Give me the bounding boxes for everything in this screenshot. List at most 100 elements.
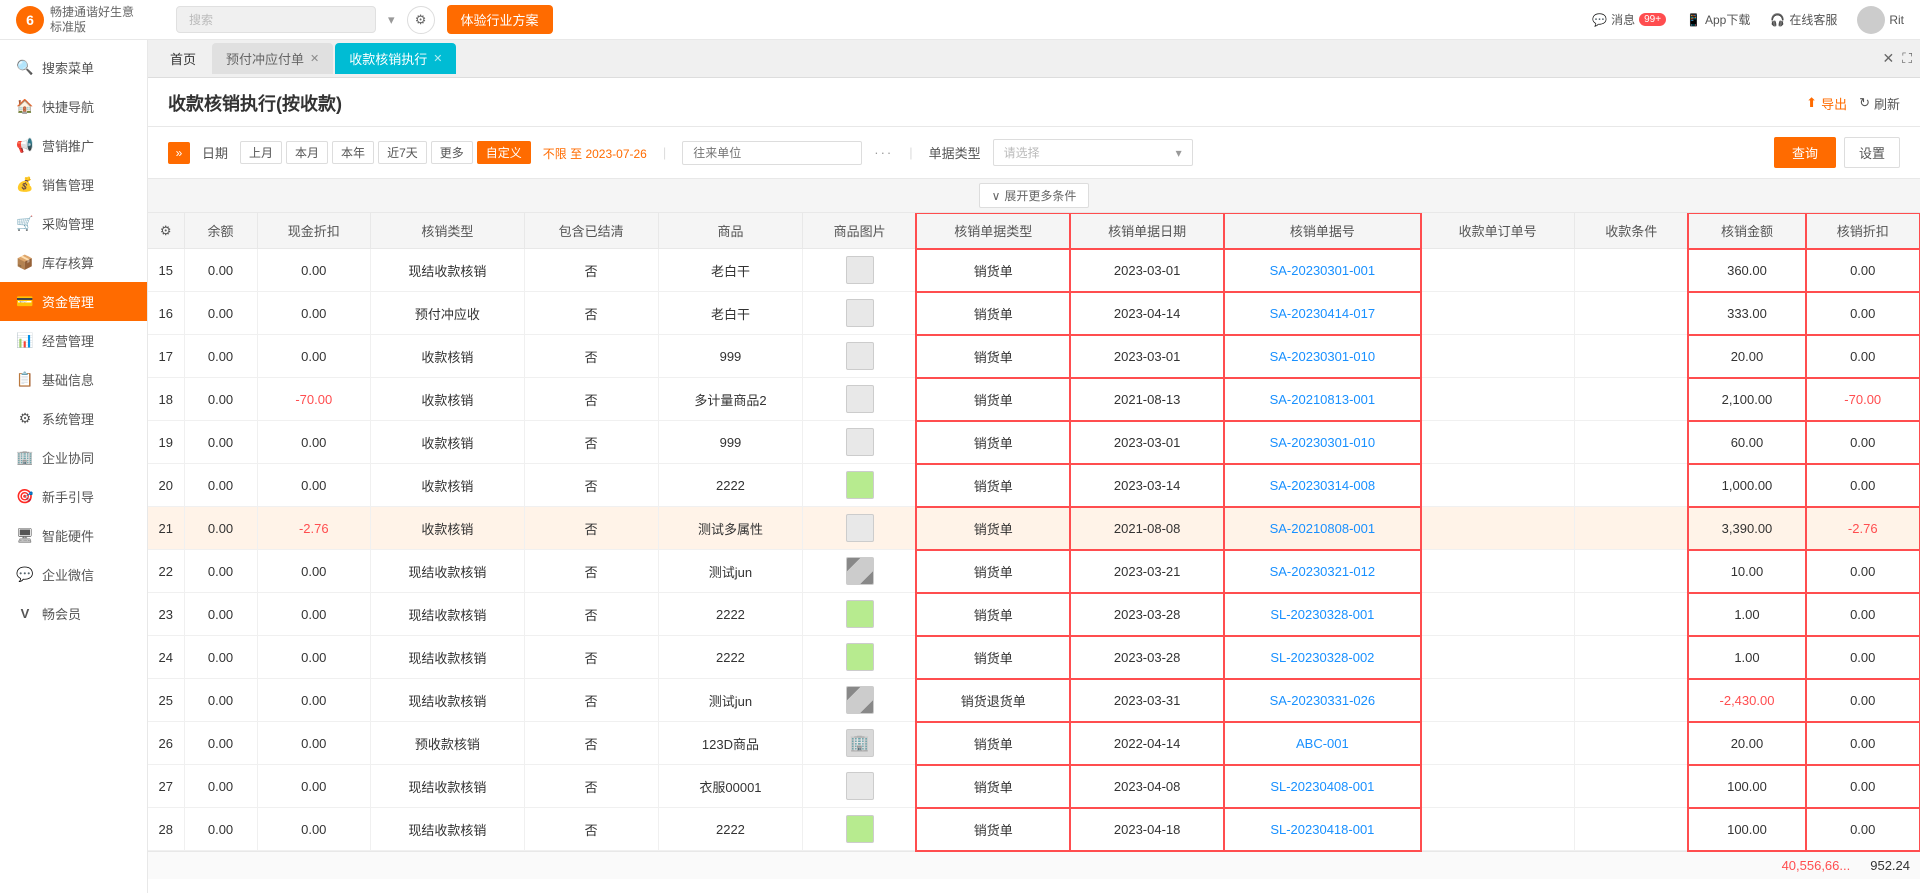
tab-prepay[interactable]: 预付冲应付单 ✕ xyxy=(212,43,333,74)
bill-no-link[interactable]: SL-20230328-001 xyxy=(1270,607,1374,622)
settings-icon[interactable]: ⚙ xyxy=(407,6,435,34)
refresh-button[interactable]: ↻ 刷新 xyxy=(1859,94,1900,113)
period-btn-more[interactable]: 更多 xyxy=(431,141,473,164)
period-btn-7days[interactable]: 近7天 xyxy=(378,141,427,164)
cell-bill-type: 销货单 xyxy=(916,421,1070,464)
dropdown-arrow-icon[interactable]: ▾ xyxy=(388,12,395,28)
period-btn-custom[interactable]: 自定义 xyxy=(477,141,531,164)
bill-no-link[interactable]: SA-20230321-012 xyxy=(1270,564,1376,579)
period-btn-this-year[interactable]: 本年 xyxy=(332,141,374,164)
bill-type-select[interactable]: 请选择 ▾ xyxy=(993,139,1193,166)
cell-product: 2222 xyxy=(658,636,803,679)
app-logo: 6 畅捷通谐好生意 标准版 xyxy=(16,5,164,34)
cell-bill-no: SA-20230301-010 xyxy=(1224,421,1421,464)
sidebar-item-marketing[interactable]: 📢 营销推广 xyxy=(0,126,147,165)
table-row: 17 0.00 0.00 收款核销 否 999 销货单 2023-03-01 S… xyxy=(148,335,1920,378)
cell-writeoff-type: 现结收款核销 xyxy=(371,550,525,593)
cell-bill-type: 销货单 xyxy=(916,722,1070,765)
tab-close-prepay[interactable]: ✕ xyxy=(310,52,319,65)
industry-solution-button[interactable]: 体验行业方案 xyxy=(447,5,553,34)
bill-no-link[interactable]: SL-20230328-002 xyxy=(1270,650,1374,665)
cell-writeoff-discount: 0.00 xyxy=(1806,550,1920,593)
sidebar-item-smart-hardware[interactable]: 🖥 智能硬件 xyxy=(0,516,147,555)
message-icon: 💬 xyxy=(1592,13,1607,27)
cell-includes-settled: 否 xyxy=(524,550,658,593)
bill-no-link[interactable]: SA-20210808-001 xyxy=(1270,521,1376,536)
cell-bill-date: 2022-04-14 xyxy=(1070,722,1224,765)
sidebar-item-business[interactable]: 📊 经营管理 xyxy=(0,321,147,360)
cell-bill-type: 销货单 xyxy=(916,550,1070,593)
bill-no-link[interactable]: SA-20230331-026 xyxy=(1270,693,1376,708)
expand-filter-button[interactable]: » xyxy=(168,142,190,164)
cell-bill-date: 2023-03-01 xyxy=(1070,421,1224,464)
cell-balance: 0.00 xyxy=(184,507,257,550)
expand-more-button[interactable]: ∨ 展开更多条件 xyxy=(979,183,1090,208)
table-gear-icon[interactable]: ⚙ xyxy=(160,223,172,238)
cell-bill-type: 销货单 xyxy=(916,378,1070,421)
cell-product: 2222 xyxy=(658,593,803,636)
cell-payment-terms xyxy=(1575,808,1688,851)
query-button[interactable]: 查询 xyxy=(1774,137,1836,168)
page-content: 收款核销执行(按收款) ⬆ 导出 ↻ 刷新 » xyxy=(148,78,1920,893)
sidebar-item-beginner[interactable]: 🎯 新手引导 xyxy=(0,477,147,516)
sidebar-item-wechat[interactable]: 💬 企业微信 xyxy=(0,555,147,594)
sidebar-item-search-menu[interactable]: 🔍 搜索菜单 xyxy=(0,48,147,87)
bill-no-link[interactable]: ABC-001 xyxy=(1296,736,1349,751)
cell-row-num: 21 xyxy=(148,507,184,550)
cell-bill-type: 销货单 xyxy=(916,808,1070,851)
cell-writeoff-type: 现结收款核销 xyxy=(371,808,525,851)
bill-no-link[interactable]: SA-20230301-001 xyxy=(1270,263,1376,278)
cell-bill-type: 销货单 xyxy=(916,593,1070,636)
expand-more-row: ∨ 展开更多条件 xyxy=(148,179,1920,213)
cell-writeoff-amount: 20.00 xyxy=(1688,722,1806,765)
sidebar-item-member[interactable]: V 畅会员 xyxy=(0,594,147,633)
tab-writeoff[interactable]: 收款核销执行 ✕ xyxy=(335,43,456,74)
megaphone-icon: 📢 xyxy=(16,137,34,155)
message-icon-btn[interactable]: 💬 消息 99+ xyxy=(1592,11,1666,28)
counterpart-input[interactable] xyxy=(682,141,862,165)
user-menu[interactable]: Rit xyxy=(1857,6,1904,34)
bill-no-link[interactable]: SL-20230408-001 xyxy=(1270,779,1374,794)
bill-no-link[interactable]: SL-20230418-001 xyxy=(1270,822,1374,837)
sidebar-item-system[interactable]: ⚙ 系统管理 xyxy=(0,399,147,438)
bill-no-link[interactable]: SA-20230301-010 xyxy=(1270,435,1376,450)
sidebar-item-purchase[interactable]: 🛒 采购管理 xyxy=(0,204,147,243)
chevron-down-icon: ▾ xyxy=(1176,146,1182,160)
bill-no-link[interactable]: SA-20210813-001 xyxy=(1270,392,1376,407)
tab-actions: ✕ ⛶ xyxy=(1882,50,1912,67)
sidebar-item-quick-nav[interactable]: 🏠 快捷导航 xyxy=(0,87,147,126)
sidebar-item-enterprise[interactable]: 🏢 企业协同 xyxy=(0,438,147,477)
cell-payment-terms xyxy=(1575,464,1688,507)
sidebar-item-sales[interactable]: 💰 销售管理 xyxy=(0,165,147,204)
sidebar-item-base-info[interactable]: 📋 基础信息 xyxy=(0,360,147,399)
app-download-btn[interactable]: 📱 App下载 xyxy=(1686,11,1750,28)
sidebar-item-capital[interactable]: 💳 资金管理 xyxy=(0,282,147,321)
setting-button[interactable]: 设置 xyxy=(1844,137,1900,168)
cell-cash-discount: 0.00 xyxy=(257,765,370,808)
cell-product: 测试jun xyxy=(658,550,803,593)
bill-no-link[interactable]: SA-20230301-010 xyxy=(1270,349,1376,364)
cell-bill-no: SA-20230301-001 xyxy=(1224,249,1421,292)
cell-row-num: 28 xyxy=(148,808,184,851)
cell-balance: 0.00 xyxy=(184,464,257,507)
sidebar-item-inventory[interactable]: 📦 库存核算 xyxy=(0,243,147,282)
maximize-button[interactable]: ⛶ xyxy=(1902,50,1912,67)
export-button[interactable]: ⬆ 导出 xyxy=(1806,94,1847,113)
col-balance: 余额 xyxy=(184,213,257,249)
tab-close-writeoff[interactable]: ✕ xyxy=(433,52,442,65)
online-service-btn[interactable]: 🎧 在线客服 xyxy=(1770,11,1837,28)
date-range: 不限 至 2023-07-26 xyxy=(543,145,647,162)
cell-bill-date: 2021-08-13 xyxy=(1070,378,1224,421)
cell-row-num: 26 xyxy=(148,722,184,765)
cell-row-num: 22 xyxy=(148,550,184,593)
main-content: 首页 预付冲应付单 ✕ 收款核销执行 ✕ ✕ ⛶ 收款核销执行(按收款) xyxy=(148,40,1920,893)
bill-no-link[interactable]: SA-20230314-008 xyxy=(1270,478,1376,493)
cart-icon: 🛒 xyxy=(16,215,34,233)
close-tab-button[interactable]: ✕ xyxy=(1882,50,1894,67)
cell-cash-discount: 0.00 xyxy=(257,421,370,464)
period-btn-this-month[interactable]: 本月 xyxy=(286,141,328,164)
bill-no-link[interactable]: SA-20230414-017 xyxy=(1270,306,1376,321)
period-btn-last-month[interactable]: 上月 xyxy=(240,141,282,164)
cell-writeoff-type: 预收款核销 xyxy=(371,722,525,765)
tab-home[interactable]: 首页 xyxy=(156,43,210,74)
